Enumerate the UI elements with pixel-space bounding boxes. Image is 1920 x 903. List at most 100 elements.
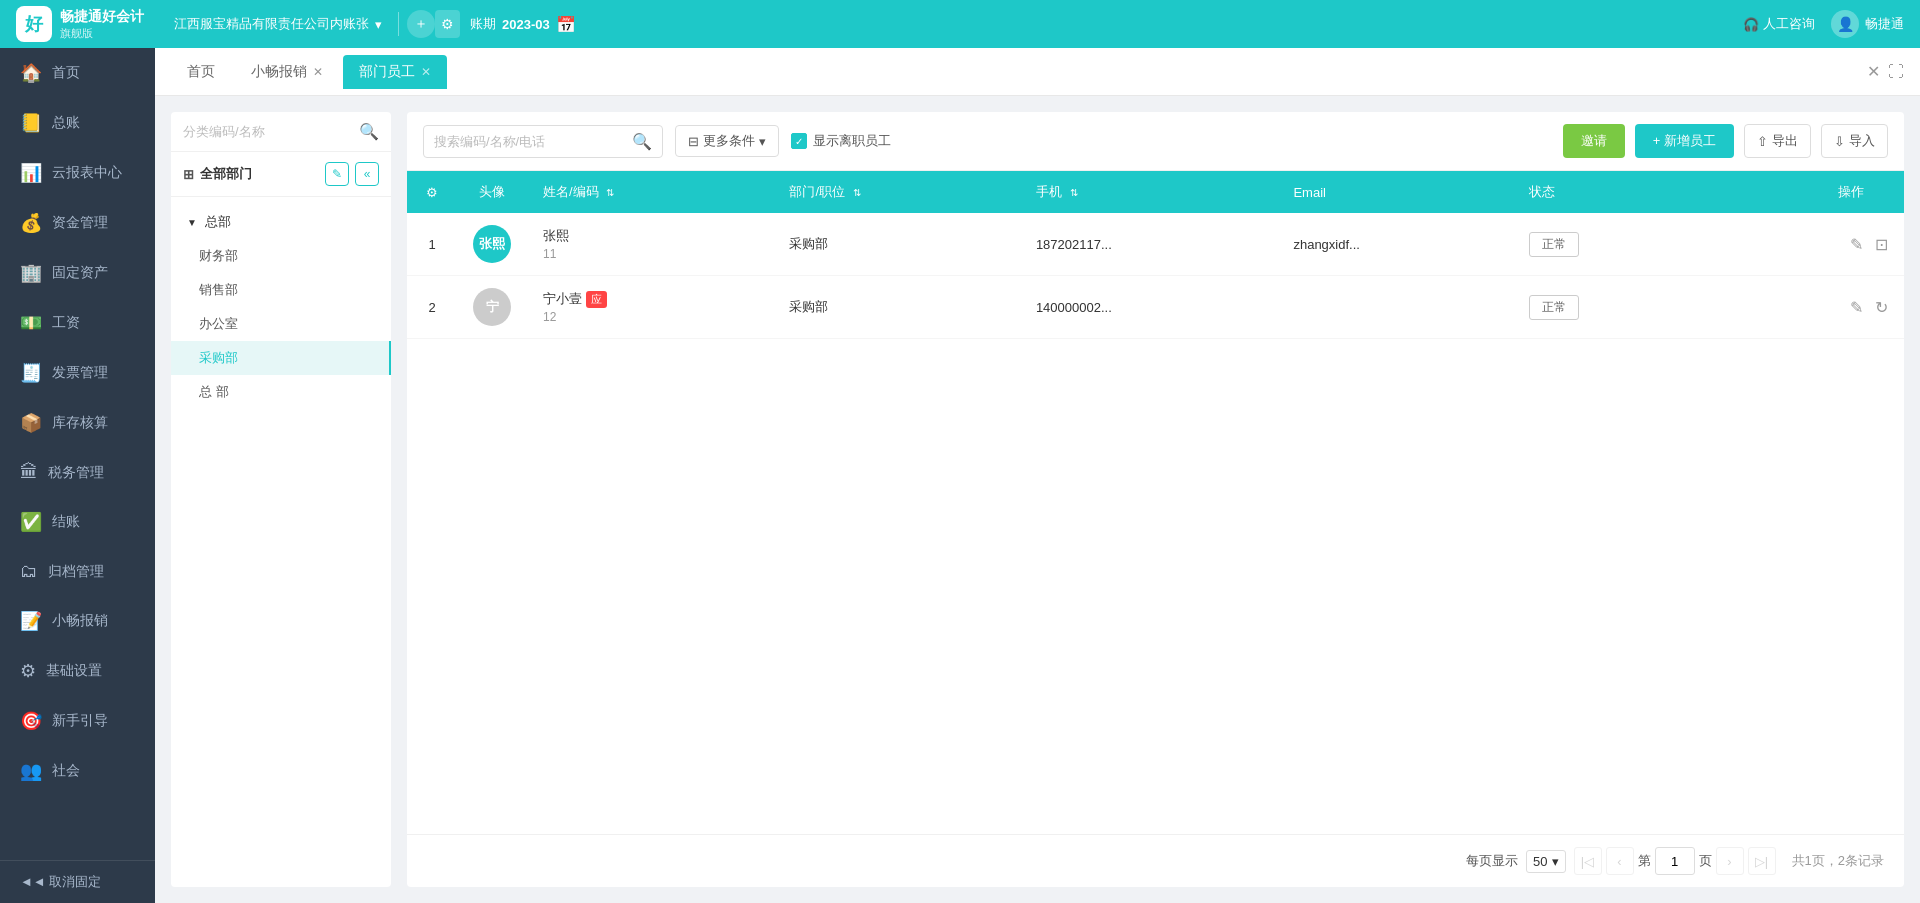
tab-employees-close[interactable]: ✕	[421, 65, 431, 79]
dept-node-sales[interactable]: 销售部	[171, 273, 391, 307]
filter-button[interactable]: ⊟ 更多条件 ▾	[675, 125, 779, 157]
dept-node-procurement[interactable]: 采购部	[171, 341, 391, 375]
first-page-button[interactable]: |◁	[1574, 847, 1602, 875]
dept-node-general[interactable]: 总 部	[171, 375, 391, 409]
search-icon: 🔍	[359, 122, 379, 141]
row2-avatar: 宁	[457, 276, 527, 339]
dept-header: ⊞ 全部部门 ✎ «	[171, 152, 391, 197]
tab-employees[interactable]: 部门员工 ✕	[343, 55, 447, 89]
invite-button[interactable]: 邀请	[1563, 124, 1625, 158]
account-period: 账期 2023-03 📅	[470, 15, 576, 34]
show-resigned-checkbox[interactable]: ✓ 显示离职员工	[791, 132, 891, 150]
chevron-down-icon: ▾	[1552, 854, 1559, 869]
last-page-button[interactable]: ▷|	[1748, 847, 1776, 875]
dept-node-parent[interactable]: ▼ 总部	[171, 205, 391, 239]
sidebar-item-social[interactable]: 👥 社会	[0, 746, 155, 796]
header-right: 🎧 人工咨询 👤 畅捷通	[1743, 10, 1904, 38]
invoice-icon: 🧾	[20, 362, 42, 384]
prev-page-button[interactable]: ‹	[1606, 847, 1634, 875]
dept-search-input[interactable]	[183, 124, 353, 139]
row1-dept: 采购部	[773, 213, 1019, 276]
ledger-icon: 📒	[20, 112, 42, 134]
sidebar-item-home[interactable]: 🏠 首页	[0, 48, 155, 98]
dept-panel: 🔍 ⊞ 全部部门 ✎ « ▼ 总部	[171, 112, 391, 887]
pin-sidebar-button[interactable]: ◄◄ 取消固定	[0, 860, 155, 903]
tree-collapse-icon: ▼	[187, 217, 197, 228]
sidebar-scroll: 🏠 首页 📒 总账 📊 云报表中心 💰 资金管理 🏢 固定资产 💵 工资	[0, 48, 155, 860]
row1-avatar: 张熙	[457, 213, 527, 276]
sidebar-item-payroll[interactable]: 💵 工资	[0, 298, 155, 348]
settings-button[interactable]: ⚙	[435, 10, 460, 38]
row2-status: 正常	[1513, 276, 1709, 339]
sidebar-item-settings[interactable]: ⚙ 基础设置	[0, 646, 155, 696]
dept-edit-icon[interactable]: ✎	[325, 162, 349, 186]
total-text: 共1页，2条记录	[1792, 852, 1884, 870]
row1-actions: ✎ ⊡	[1708, 213, 1904, 276]
col-name[interactable]: 姓名/编码 ⇅	[527, 171, 773, 213]
sidebar-item-reports[interactable]: 📊 云报表中心	[0, 148, 155, 198]
edit-icon[interactable]: ✎	[1850, 235, 1863, 254]
sidebar-item-close[interactable]: ✅ 结账	[0, 497, 155, 547]
edit-icon[interactable]: ✎	[1850, 298, 1863, 317]
tab-expense-close[interactable]: ✕	[313, 65, 323, 79]
row1-status: 正常	[1513, 213, 1709, 276]
avatar: 宁	[473, 288, 511, 326]
dept-collapse-icon[interactable]: «	[355, 162, 379, 186]
tab-controls: ✕ ⛶	[1867, 62, 1904, 81]
export-icon: ⇧	[1757, 134, 1768, 149]
calendar-icon[interactable]: 📅	[556, 15, 576, 34]
funds-icon: 💰	[20, 212, 42, 234]
col-email: Email	[1277, 171, 1512, 213]
chevron-down-icon: ▾	[759, 134, 766, 149]
header-divider	[398, 12, 399, 36]
row2-dept: 采购部	[773, 276, 1019, 339]
per-page-select[interactable]: 50 ▾	[1526, 850, 1565, 873]
report-icon: 📊	[20, 162, 42, 184]
close-period-icon: ✅	[20, 511, 42, 533]
service-button[interactable]: 🎧 人工咨询	[1743, 15, 1815, 33]
sidebar-item-guide[interactable]: 🎯 新手引导	[0, 696, 155, 746]
company-selector[interactable]: 江西服宝精品有限责任公司内账张 ▾	[166, 11, 390, 37]
dept-node-office[interactable]: 办公室	[171, 307, 391, 341]
sidebar-item-expense[interactable]: 📝 小畅报销	[0, 596, 155, 646]
filter-icon: ⊟	[688, 134, 699, 149]
sidebar-item-tax[interactable]: 🏛 税务管理	[0, 448, 155, 497]
sort-icon: ⇅	[1070, 187, 1078, 198]
sidebar-item-archive[interactable]: 🗂 归档管理	[0, 547, 155, 596]
refresh-icon[interactable]: ↻	[1875, 298, 1888, 317]
tab-expand-icon[interactable]: ⛶	[1888, 63, 1904, 81]
tab-close-all-icon[interactable]: ✕	[1867, 62, 1880, 81]
content-area: 首页 小畅报销 ✕ 部门员工 ✕ ✕ ⛶ 🔍	[155, 48, 1920, 903]
logout-icon[interactable]: ⊡	[1875, 235, 1888, 254]
sidebar-item-invoice[interactable]: 🧾 发票管理	[0, 348, 155, 398]
col-dept[interactable]: 部门/职位 ⇅	[773, 171, 1019, 213]
sidebar-item-ledger[interactable]: 📒 总账	[0, 98, 155, 148]
employee-search-input[interactable]	[434, 134, 626, 149]
page-input[interactable]	[1655, 847, 1695, 875]
table-settings-icon[interactable]: ⚙	[426, 185, 438, 200]
sidebar-item-inventory[interactable]: 📦 库存核算	[0, 398, 155, 448]
col-status: 状态	[1513, 171, 1709, 213]
row2-name: 宁小壹 应 12	[527, 276, 773, 339]
sidebar-item-funds[interactable]: 💰 资金管理	[0, 198, 155, 248]
add-button[interactable]: ＋	[407, 10, 435, 38]
col-phone[interactable]: 手机 ⇅	[1020, 171, 1278, 213]
add-employee-button[interactable]: + 新增员工	[1635, 124, 1734, 158]
row1-index: 1	[407, 213, 457, 276]
next-page-button[interactable]: ›	[1716, 847, 1744, 875]
avatar: 张熙	[473, 225, 511, 263]
tab-expense[interactable]: 小畅报销 ✕	[235, 55, 339, 89]
chevron-down-icon: ▾	[375, 17, 382, 32]
table-row: 1 张熙 张熙 11 采购部	[407, 213, 1904, 276]
export-button[interactable]: ⇧ 导出	[1744, 124, 1811, 158]
settings-icon: ⚙	[20, 660, 36, 682]
page-unit: 页	[1699, 852, 1712, 870]
import-button[interactable]: ⇩ 导入	[1821, 124, 1888, 158]
sidebar-item-assets[interactable]: 🏢 固定资产	[0, 248, 155, 298]
employee-search-box: 🔍	[423, 125, 663, 158]
dept-node-finance[interactable]: 财务部	[171, 239, 391, 273]
headset-icon: 🎧	[1743, 17, 1759, 32]
tab-home[interactable]: 首页	[171, 55, 231, 89]
assets-icon: 🏢	[20, 262, 42, 284]
checkbox-box: ✓	[791, 133, 807, 149]
